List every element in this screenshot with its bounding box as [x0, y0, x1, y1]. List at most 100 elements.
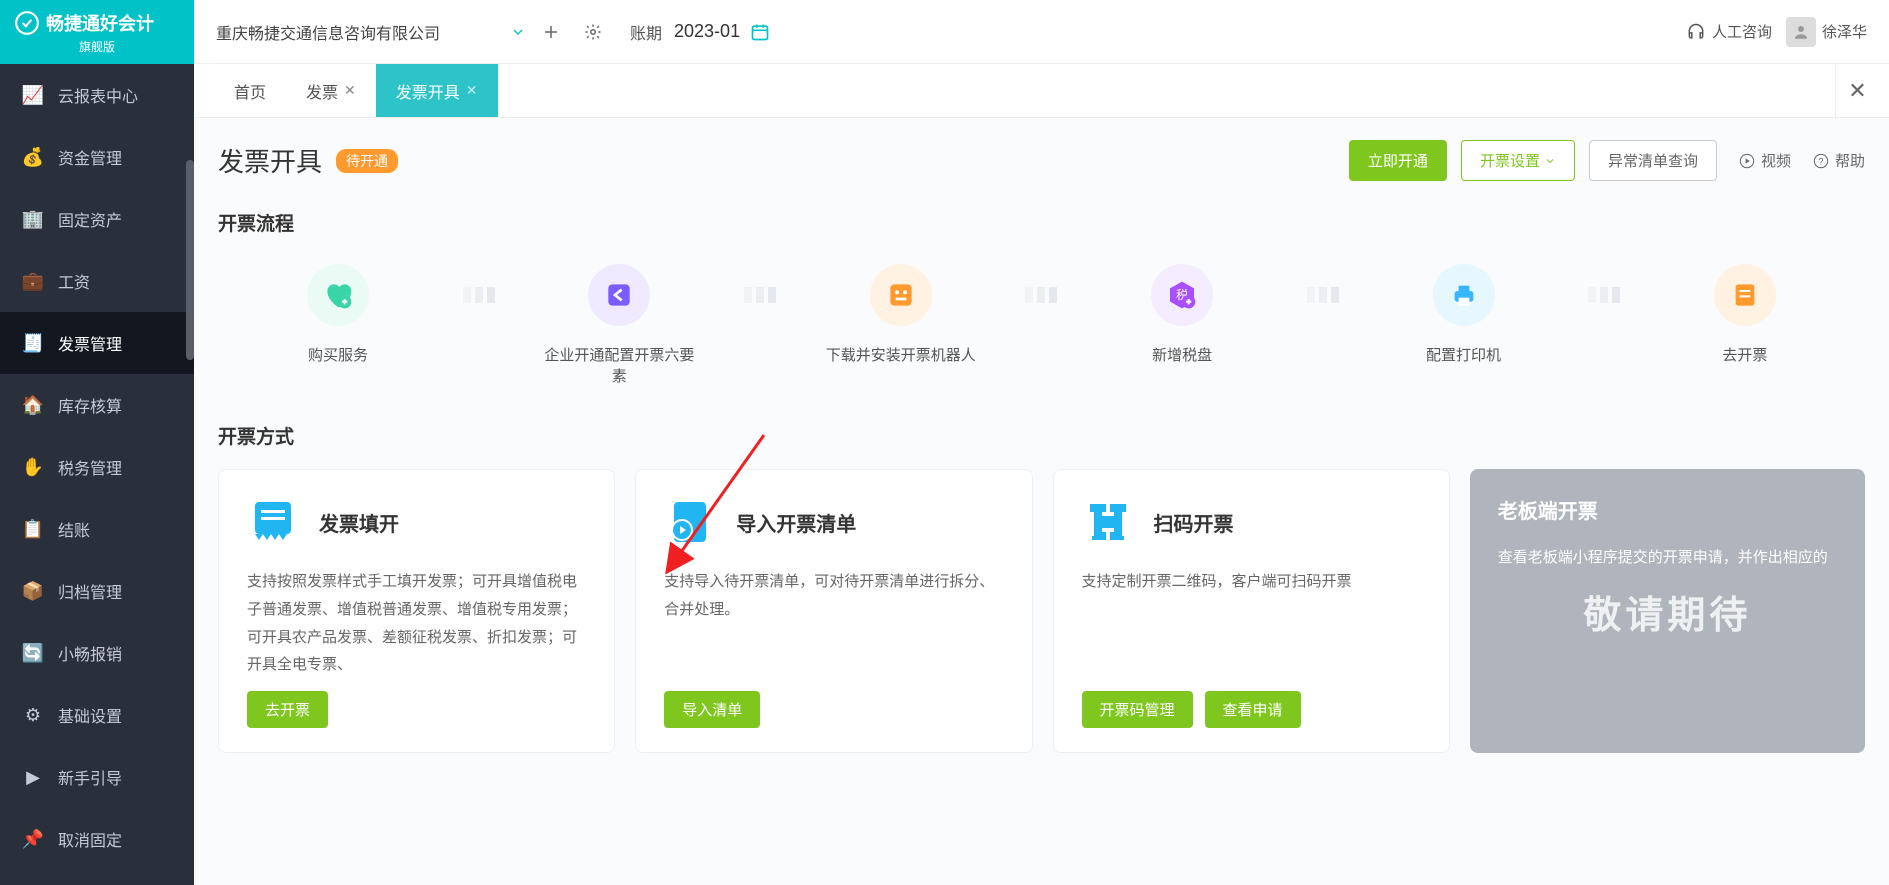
brand-edition: 旗舰版: [14, 38, 180, 55]
brand-name: 畅捷通好会计: [46, 10, 154, 36]
nav-icon: 🧾: [22, 332, 44, 354]
video-link[interactable]: 视频: [1739, 150, 1791, 171]
nav-icon: 🏠: [22, 394, 44, 416]
card-action-1[interactable]: 查看申请: [1205, 691, 1301, 728]
nav-label: 税务管理: [58, 455, 122, 479]
sidebar-item-7[interactable]: 📋 结账: [0, 498, 194, 560]
method-card-1[interactable]: 导入开票清单 支持导入待开票清单，可对待开票清单进行拆分、合并处理。 导入清单: [635, 469, 1032, 753]
company-name: 重庆畅捷交通信息咨询有限公司: [216, 20, 440, 44]
close-all-tabs[interactable]: ✕: [1835, 64, 1879, 117]
step-icon: [1714, 264, 1776, 326]
step-label: 去开票: [1722, 344, 1767, 365]
support-link[interactable]: 人工咨询: [1686, 21, 1772, 42]
tab-2[interactable]: 发票开具 ✕: [376, 64, 498, 117]
nav-label: 新手引导: [58, 765, 122, 789]
page-header: 发票开具 待开通 立即开通 开票设置 异常清单查询 视频 ? 帮助: [194, 118, 1889, 193]
sidebar-item-4[interactable]: 🧾 发票管理: [0, 312, 194, 374]
close-icon[interactable]: ✕: [344, 82, 356, 99]
card-title: 扫码开票: [1154, 508, 1234, 537]
step-icon: [870, 264, 932, 326]
sidebar-item-1[interactable]: 💰资金管理: [0, 126, 194, 188]
process-step-2[interactable]: 下载并安装开票机器人: [821, 264, 981, 365]
sidebar-scrollbar[interactable]: [186, 160, 194, 360]
tab-label: 发票开具: [396, 79, 460, 103]
page-title: 发票开具: [218, 142, 322, 179]
add-button[interactable]: [534, 15, 568, 49]
process-section-title: 开票流程: [218, 209, 1865, 236]
method-card-0[interactable]: 发票填开 支持按照发票样式手工填开发票；可开具增值税电子普通发票、增值税普通发票…: [218, 469, 615, 753]
sidebar-item-8[interactable]: 📦归档管理: [0, 560, 194, 622]
card-action-0[interactable]: 去开票: [247, 691, 328, 728]
main: 重庆畅捷交通信息咨询有限公司 账期 2023-01: [194, 0, 1889, 885]
open-now-button[interactable]: 立即开通: [1349, 140, 1447, 181]
process-step-4[interactable]: 配置打印机: [1384, 264, 1544, 365]
step-label: 企业开通配置开票六要素: [539, 344, 699, 386]
help-link[interactable]: ? 帮助: [1813, 150, 1865, 171]
sidebar-item-5[interactable]: 🏠库存核算: [0, 374, 194, 436]
step-label: 新增税盘: [1152, 344, 1212, 365]
user-menu[interactable]: 徐泽华: [1786, 17, 1867, 47]
chevron-down-icon: [510, 24, 526, 40]
step-label: 购买服务: [308, 344, 368, 365]
sidebar-item-0[interactable]: 📈云报表中心: [0, 64, 194, 126]
nav-label: 归档管理: [58, 579, 122, 603]
card-title: 导入开票清单: [736, 508, 856, 537]
nav-icon: 🏢: [22, 208, 44, 230]
help-icon: ?: [1813, 153, 1829, 169]
nav-label: 基础设置: [58, 703, 122, 727]
support-label: 人工咨询: [1712, 21, 1772, 42]
methods-section-title: 开票方式: [218, 422, 1865, 449]
headset-icon: [1686, 22, 1706, 42]
overlay-text: 敬请期待: [1470, 469, 1865, 753]
step-icon: [1433, 264, 1495, 326]
card-action-0[interactable]: 导入清单: [664, 691, 760, 728]
close-icon[interactable]: ✕: [466, 82, 478, 99]
step-arrow-icon: [1017, 264, 1065, 326]
abnormal-list-button[interactable]: 异常清单查询: [1589, 140, 1717, 181]
nav-icon: ✋: [22, 456, 44, 478]
nav-icon: 🔄: [22, 642, 44, 664]
card-desc: 支持按照发票样式手工填开发票；可开具增值税电子普通发票、增值税普通发票、增值税专…: [247, 568, 586, 679]
sidebar-item-2[interactable]: 🏢固定资产: [0, 188, 194, 250]
process-steps: 购买服务企业开通配置开票六要素下载并安装开票机器人税新增税盘配置打印机去开票: [218, 256, 1865, 406]
sidebar-item-10[interactable]: ⚙ 基础设置: [0, 684, 194, 746]
nav-icon: 📈: [22, 84, 44, 106]
step-arrow-icon: [455, 264, 503, 326]
chevron-down-icon: [1544, 155, 1556, 167]
sidebar-item-3[interactable]: 💼 工资: [0, 250, 194, 312]
nav-label: 资金管理: [58, 145, 122, 169]
status-badge: 待开通: [336, 149, 398, 173]
nav-icon: 💼: [22, 270, 44, 292]
card-desc: 支持定制开票二维码，客户端可扫码开票: [1082, 568, 1421, 679]
card-icon: [664, 496, 716, 548]
period-value: 2023-01: [674, 21, 740, 42]
settings-button[interactable]: [576, 15, 610, 49]
sidebar-item-9[interactable]: 🔄小畅报销: [0, 622, 194, 684]
sidebar-item-6[interactable]: ✋ 税务管理: [0, 436, 194, 498]
card-action-0[interactable]: 开票码管理: [1082, 691, 1193, 728]
sidebar-item-12[interactable]: 📌取消固定: [0, 808, 194, 870]
tab-1[interactable]: 发票 ✕: [286, 64, 376, 117]
nav-label: 结账: [58, 517, 90, 541]
step-label: 配置打印机: [1426, 344, 1501, 365]
svg-text:?: ?: [1818, 156, 1823, 166]
nav-label: 工资: [58, 269, 90, 293]
process-step-5[interactable]: 去开票: [1665, 264, 1825, 365]
sidebar-item-11[interactable]: ▶ 新手引导: [0, 746, 194, 808]
step-icon: 税: [1151, 264, 1213, 326]
method-card-2[interactable]: 扫码开票 支持定制开票二维码，客户端可扫码开票 开票码管理查看申请: [1053, 469, 1450, 753]
tab-0[interactable]: 首页: [214, 64, 286, 117]
invoice-settings-button[interactable]: 开票设置: [1461, 140, 1575, 181]
nav-icon: ⚙: [22, 704, 44, 726]
calendar-icon[interactable]: [750, 22, 770, 42]
nav-label: 发票管理: [58, 331, 122, 355]
step-label: 下载并安装开票机器人: [826, 344, 976, 365]
nav-icon: 📋: [22, 518, 44, 540]
nav-icon: ▶: [22, 766, 44, 788]
company-selector[interactable]: 重庆畅捷交通信息咨询有限公司: [216, 20, 526, 44]
nav-label: 取消固定: [58, 827, 122, 851]
process-step-0[interactable]: 购买服务: [258, 264, 418, 365]
tab-label: 发票: [306, 79, 338, 103]
process-step-1[interactable]: 企业开通配置开票六要素: [539, 264, 699, 386]
process-step-3[interactable]: 税新增税盘: [1102, 264, 1262, 365]
